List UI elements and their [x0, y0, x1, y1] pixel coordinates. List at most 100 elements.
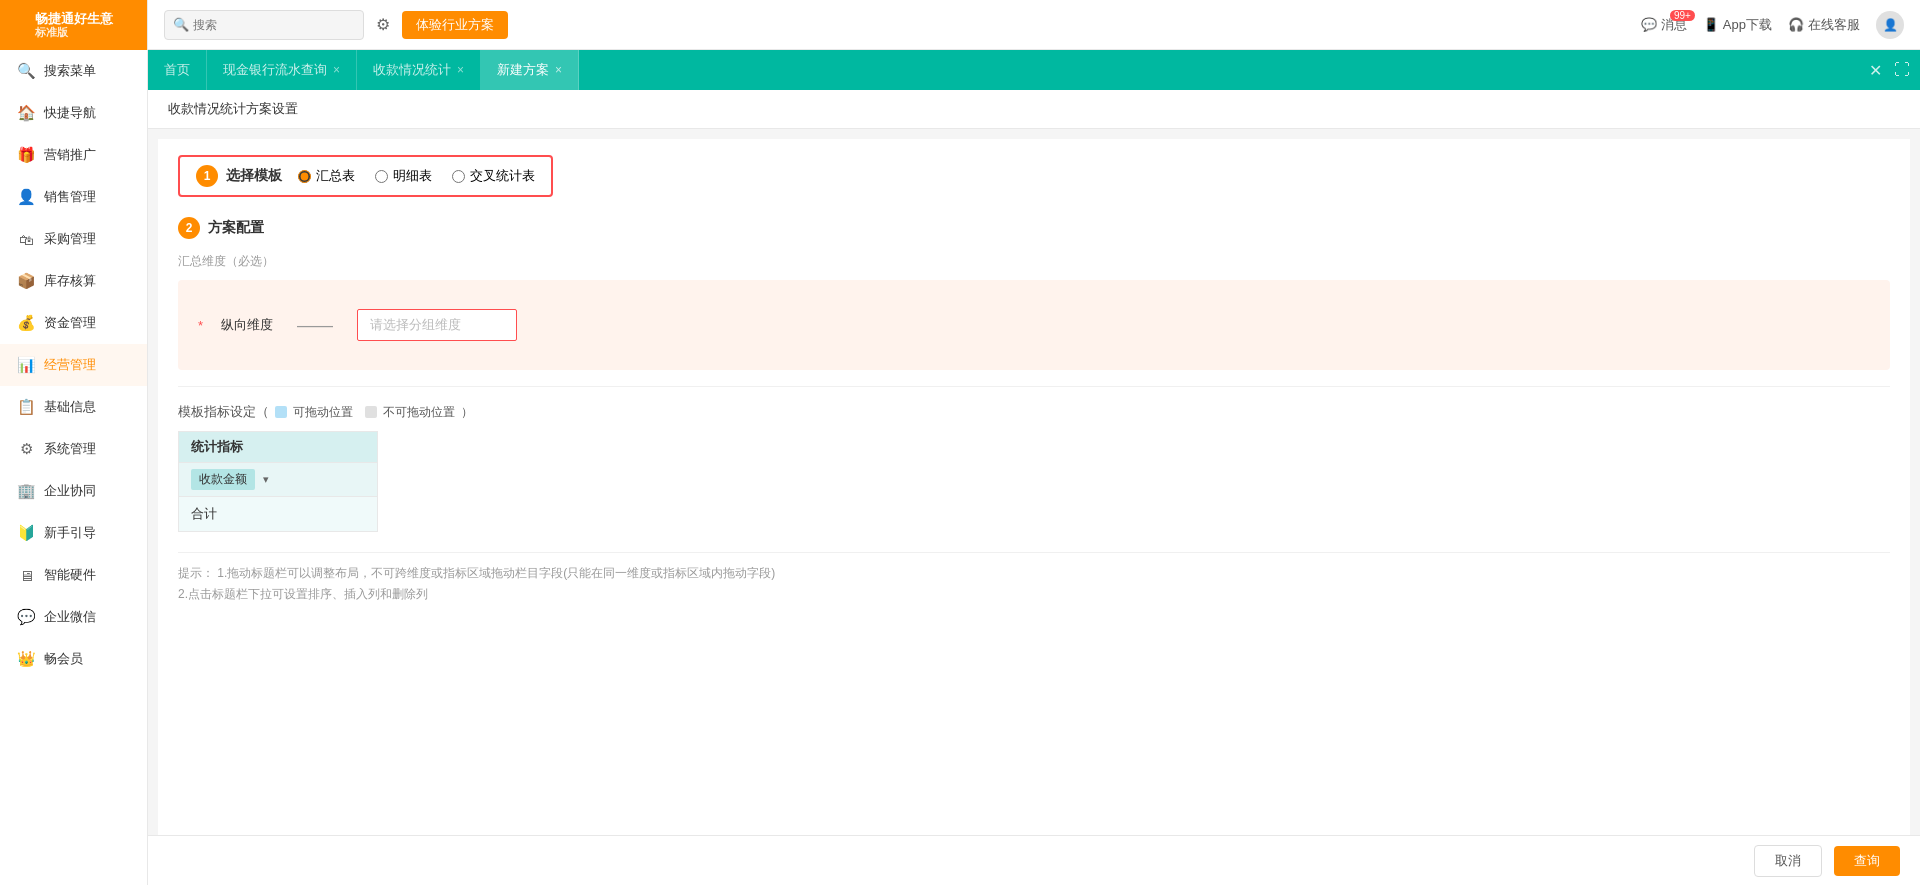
sidebar-item-sales[interactable]: 👤 销售管理 [0, 176, 147, 218]
fixed-legend-dot [365, 406, 377, 418]
radio-summary[interactable]: 汇总表 [298, 167, 355, 185]
app-name: 畅捷通好生意 [35, 11, 113, 27]
sidebar-item-marketing[interactable]: 🎁 营销推广 [0, 134, 147, 176]
message-icon: 💬 [1641, 17, 1657, 32]
step1-section: 1 选择模板 汇总表 明细表 [178, 155, 1890, 197]
tabbar: 首页 现金银行流水查询 × 收款情况统计 × 新建方案 × ✕ ⛶ [148, 50, 1920, 90]
dimension-arrow: —— [297, 315, 333, 336]
sidebar-item-wechat[interactable]: 💬 企业微信 [0, 596, 147, 638]
required-mark: * [198, 318, 203, 333]
indicator-table: 统计指标 收款金额 ▾ 合计 [178, 431, 378, 532]
template-radio-group: 汇总表 明细表 交叉统计表 [298, 167, 535, 185]
step2-number: 2 [178, 217, 200, 239]
message-badge: 99+ [1670, 10, 1695, 21]
app-edition: 标准版 [35, 26, 113, 39]
indicator-row-receipt: 收款金额 ▾ [179, 463, 377, 497]
dimension-dropdown[interactable]: 请选择分组维度 [357, 309, 517, 341]
tab-new-plan[interactable]: 新建方案 × [481, 50, 579, 90]
search-box[interactable]: 🔍 [164, 10, 364, 40]
template-selection-box: 1 选择模板 汇总表 明细表 [178, 155, 553, 197]
download-icon: 📱 [1703, 17, 1719, 32]
sidebar-item-purchase[interactable]: 🛍 采购管理 [0, 218, 147, 260]
online-service-button[interactable]: 🎧 在线客服 [1788, 16, 1860, 34]
tip-text-2: 2.点击标题栏下拉可设置排序、插入列和删除列 [178, 586, 1890, 603]
chart-icon: 📊 [16, 356, 36, 374]
topbar-right: 💬 消息 99+ 📱 App下载 🎧 在线客服 👤 [1641, 11, 1904, 39]
search-input[interactable] [193, 18, 333, 32]
tab-expand-icon[interactable]: ⛶ [1894, 61, 1910, 79]
step1-title: 选择模板 [226, 167, 282, 185]
tab-bank-flow[interactable]: 现金银行流水查询 × [207, 50, 357, 90]
user-avatar[interactable]: 👤 [1876, 11, 1904, 39]
clipboard-icon: 📋 [16, 398, 36, 416]
radio-detail[interactable]: 明细表 [375, 167, 432, 185]
fixed-legend-label: 不可拖动位置 [383, 404, 455, 421]
user-icon: 👤 [16, 188, 36, 206]
indicator-chevron-icon[interactable]: ▾ [263, 473, 269, 486]
tab-close-bank-flow[interactable]: × [333, 63, 340, 77]
building-icon: 🏢 [16, 482, 36, 500]
radio-detail-input[interactable] [375, 170, 388, 183]
sidebar-item-finance[interactable]: 💰 资金管理 [0, 302, 147, 344]
gear-icon: ⚙ [16, 440, 36, 458]
main-content: 收款情况统计方案设置 1 选择模板 汇总表 [148, 90, 1920, 885]
dimension-section: 汇总维度（必选） * 纵向维度 —— 请选择分组维度 [178, 253, 1890, 370]
sidebar: 畅捷通好生意 标准版 🔍 搜索菜单 🏠 快捷导航 🎁 营销推广 👤 销售管理 🛍… [0, 0, 148, 885]
dimension-input-area: * 纵向维度 —— 请选择分组维度 [178, 280, 1890, 370]
tab-close-icon[interactable]: ✕ [1869, 61, 1882, 80]
search-icon: 🔍 [16, 62, 36, 80]
crown-icon: 👑 [16, 650, 36, 668]
step2-title: 方案配置 [208, 219, 264, 237]
app-download-button[interactable]: 📱 App下载 [1703, 16, 1772, 34]
sidebar-item-quick-nav[interactable]: 🏠 快捷导航 [0, 92, 147, 134]
query-button[interactable]: 查询 [1834, 846, 1900, 876]
cancel-button[interactable]: 取消 [1754, 845, 1822, 877]
dimension-label: 纵向维度 [221, 316, 273, 334]
step2-section: 2 方案配置 汇总维度（必选） * 纵向维度 —— 请选择分组维度 [178, 217, 1890, 619]
tab-close-receipt-stat[interactable]: × [457, 63, 464, 77]
sidebar-item-search-menu[interactable]: 🔍 搜索菜单 [0, 50, 147, 92]
money-icon: 💰 [16, 314, 36, 332]
sidebar-item-inventory[interactable]: 📦 库存核算 [0, 260, 147, 302]
app-logo: 畅捷通好生意 标准版 [0, 0, 147, 50]
dimension-title: 汇总维度（必选） [178, 253, 1890, 270]
indicators-legend-row: 模板指标设定（ 可拖动位置 不可拖动位置 ） [178, 403, 1890, 421]
tab-home[interactable]: 首页 [148, 50, 207, 90]
service-icon: 🎧 [1788, 17, 1804, 32]
topbar: 🔍 ⚙ 体验行业方案 💬 消息 99+ 📱 App下载 🎧 在线客服 👤 [148, 0, 1920, 50]
page-header: 收款情况统计方案设置 [148, 90, 1920, 129]
sidebar-item-member[interactable]: 👑 畅会员 [0, 638, 147, 680]
step1-number: 1 [196, 165, 218, 187]
indicators-section: 模板指标设定（ 可拖动位置 不可拖动位置 ） 统计指标 收款金额 [178, 403, 1890, 532]
tip-section: 提示： 1.拖动标题栏可以调整布局，不可跨维度或指标区域拖动栏目字段(只能在同一… [178, 552, 1890, 619]
avatar-icon: 👤 [1876, 11, 1904, 39]
sidebar-item-system[interactable]: ⚙ 系统管理 [0, 428, 147, 470]
gift-icon: 🎁 [16, 146, 36, 164]
indicators-title-label: 模板指标设定（ [178, 403, 269, 421]
movable-legend-dot [275, 406, 287, 418]
monitor-icon: 🖥 [16, 567, 36, 584]
bag-icon: 🛍 [16, 231, 36, 248]
radio-summary-input[interactable] [298, 170, 311, 183]
indicator-row-total: 合计 [179, 497, 377, 531]
divider [178, 386, 1890, 387]
search-icon-top: 🔍 [173, 17, 189, 32]
box-icon: 📦 [16, 272, 36, 290]
tab-close-new-plan[interactable]: × [555, 63, 562, 77]
chat-icon: 💬 [16, 608, 36, 626]
industry-solution-button[interactable]: 体验行业方案 [402, 11, 508, 39]
content-area: 1 选择模板 汇总表 明细表 [158, 139, 1910, 854]
sidebar-item-hardware[interactable]: 🖥 智能硬件 [0, 554, 147, 596]
sidebar-item-guide[interactable]: 🔰 新手引导 [0, 512, 147, 554]
breadcrumb: 收款情况统计方案设置 [168, 101, 298, 116]
sidebar-item-operations[interactable]: 📊 经营管理 [0, 344, 147, 386]
tab-receipt-stat[interactable]: 收款情况统计 × [357, 50, 481, 90]
sidebar-item-basic-info[interactable]: 📋 基础信息 [0, 386, 147, 428]
radio-cross[interactable]: 交叉统计表 [452, 167, 535, 185]
settings-icon[interactable]: ⚙ [376, 15, 390, 34]
guide-icon: 🔰 [16, 524, 36, 542]
sidebar-item-enterprise[interactable]: 🏢 企业协同 [0, 470, 147, 512]
message-button[interactable]: 💬 消息 99+ [1641, 16, 1687, 34]
radio-cross-input[interactable] [452, 170, 465, 183]
home-icon: 🏠 [16, 104, 36, 122]
